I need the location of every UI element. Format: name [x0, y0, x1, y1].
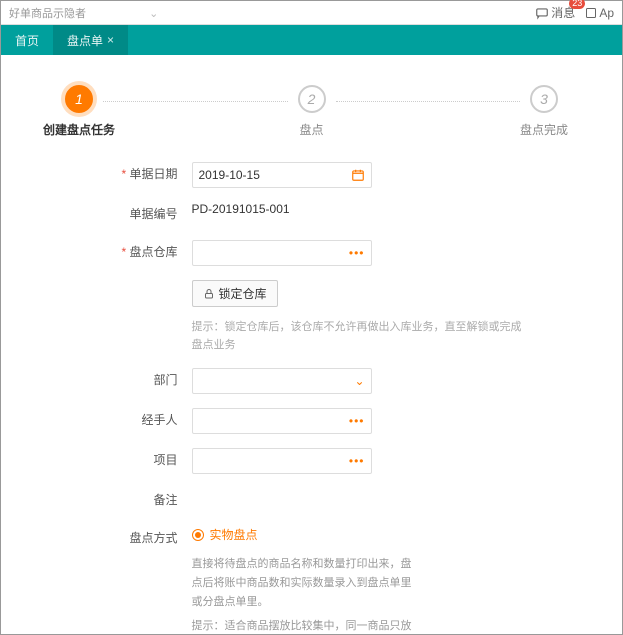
message-button[interactable]: 消息 23 [535, 4, 575, 21]
date-input[interactable]: 2019-10-15 [192, 162, 372, 188]
code-value: PD-20191015-001 [192, 202, 290, 216]
more-icon: ••• [349, 414, 365, 428]
app-button[interactable]: Ap [585, 6, 614, 20]
step-count: 2 盘点 [294, 85, 330, 138]
chevron-down-icon: ⌄ [354, 374, 364, 388]
lock-warehouse-button[interactable]: 锁定仓库 [192, 280, 278, 307]
tab-inventory[interactable]: 盘点单 × [53, 25, 128, 55]
calendar-icon [351, 168, 365, 183]
code-label: 单据编号 [102, 202, 192, 226]
dept-select[interactable]: ⌄ [192, 368, 372, 394]
method1-desc: 直接将待盘点的商品名称和数量打印出来，盘点后将账中商品数和实际数量录入到盘点单里… [192, 555, 412, 611]
warehouse-label: 盘点仓库 [102, 240, 192, 264]
radio-checked-icon [192, 529, 204, 541]
tab-home[interactable]: 首页 [1, 25, 53, 55]
lock-icon [203, 288, 215, 300]
dept-label: 部门 [102, 368, 192, 392]
message-badge: 23 [569, 0, 585, 9]
more-icon: ••• [349, 454, 365, 468]
app-icon [585, 7, 597, 19]
close-icon[interactable]: × [107, 33, 114, 47]
project-input[interactable]: ••• [192, 448, 372, 474]
chevron-down-icon: ⌄ [149, 8, 158, 20]
message-icon [535, 6, 549, 20]
method1-hint: 提示：适合商品摆放比较集中，同一商品只放在一个正位不同货架。适合人员少时盘点，建… [192, 617, 412, 634]
step-divider [336, 101, 521, 102]
lock-hint: 提示：锁定仓库后，该仓库不允许再做出入库业务，直至解锁或完成盘点业务 [192, 319, 522, 354]
warehouse-input[interactable]: ••• [192, 240, 372, 266]
method-label: 盘点方式 [102, 526, 192, 550]
step-create: 1 创建盘点任务 [61, 85, 97, 138]
step-divider [103, 101, 288, 102]
method-physical-radio[interactable]: 实物盘点 [192, 526, 258, 543]
selector-placeholder: 好单商品示隐者 [9, 8, 86, 20]
project-label: 项目 [102, 448, 192, 472]
remark-label: 备注 [102, 488, 192, 512]
person-input[interactable]: ••• [192, 408, 372, 434]
more-icon: ••• [349, 246, 365, 260]
person-label: 经手人 [102, 408, 192, 432]
product-selector[interactable]: 好单商品示隐者 ⌄ [9, 5, 158, 21]
date-label: 单据日期 [102, 162, 192, 186]
step-done: 3 盘点完成 [526, 85, 562, 138]
